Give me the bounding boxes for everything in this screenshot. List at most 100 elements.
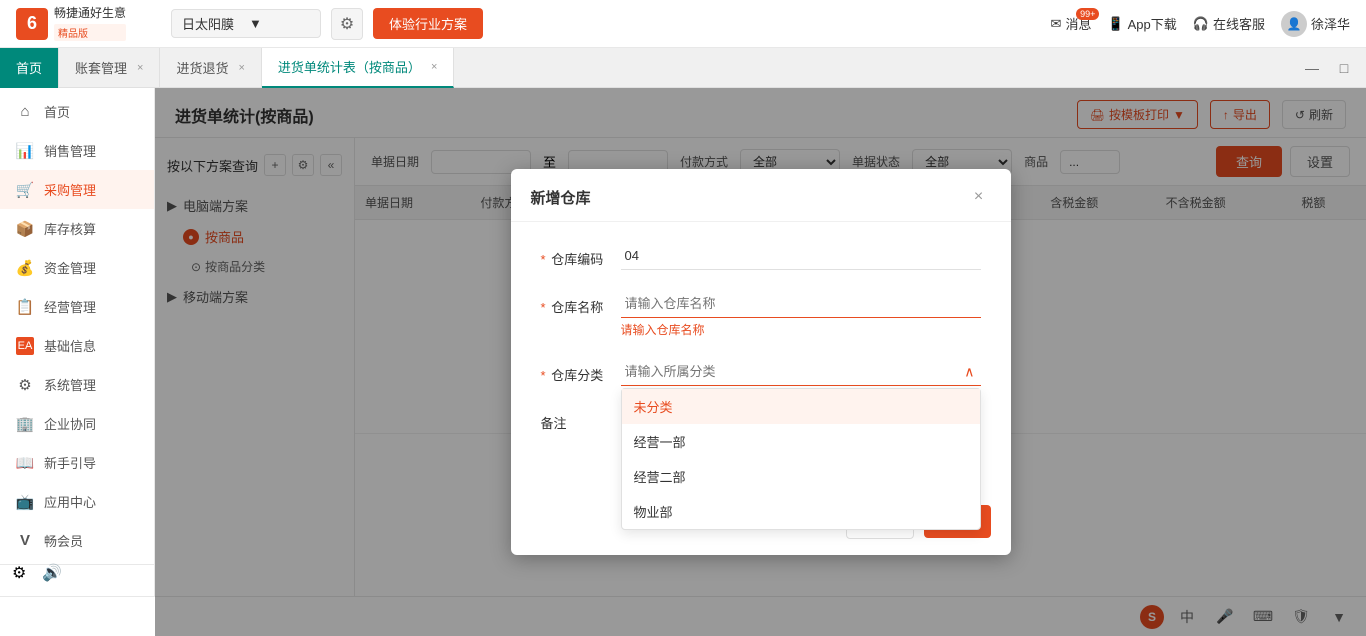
purchase-icon: 🛒	[16, 181, 34, 199]
guide-icon: 📖	[16, 454, 34, 472]
category-label: * 仓库分类	[541, 358, 621, 384]
experience-button[interactable]: 体验行业方案	[373, 8, 483, 39]
code-label: * 仓库编码	[541, 242, 621, 268]
sidebar-home-label: 首页	[44, 102, 70, 121]
sidebar-ops-label: 经营管理	[44, 297, 96, 316]
header-middle: 日太阳膜 ▼ ⚙ 体验行业方案	[171, 8, 1051, 40]
sidebar-finance-label: 资金管理	[44, 258, 96, 277]
name-field: 请输入仓库名称	[621, 290, 981, 338]
user-item[interactable]: 👤 徐泽华	[1281, 11, 1350, 37]
sidebar-item-apps[interactable]: 📺 应用中心	[0, 482, 154, 521]
tab-home[interactable]: 首页	[0, 48, 59, 88]
category-input[interactable]	[621, 358, 981, 386]
home-tab-label: 首页	[16, 58, 42, 77]
sidebar-item-guide[interactable]: 📖 新手引导	[0, 443, 154, 482]
sidebar-item-ops[interactable]: 📋 经营管理	[0, 287, 154, 326]
modal-header: 新增仓库 ×	[511, 169, 1011, 222]
store-selector[interactable]: 日太阳膜 ▼	[171, 9, 321, 38]
tab-maximize-button[interactable]: □	[1330, 54, 1358, 82]
sidebar-item-purchase[interactable]: 🛒 采购管理	[0, 170, 154, 209]
form-row-category: * 仓库分类 ∧ 未分类 经营一部 经营二部 物业部	[541, 358, 981, 386]
sidebar-item-sales[interactable]: 📊 销售管理	[0, 131, 154, 170]
note-label: 备注	[541, 406, 621, 432]
tab-accounts[interactable]: 账套管理 ×	[59, 48, 160, 88]
logo-text-area: 畅捷通好生意 精品版	[54, 6, 126, 41]
sidebar-wrapper: ⌂ 首页 📊 销售管理 🛒 采购管理 📦 库存核算 💰 资金管理 📋 经营	[0, 92, 154, 636]
sales-icon: 📊	[16, 142, 34, 160]
name-input[interactable]	[621, 290, 981, 318]
required-mark-name: *	[541, 300, 546, 315]
code-field	[621, 242, 981, 270]
modal-close-button[interactable]: ×	[967, 185, 991, 209]
form-row-name: * 仓库名称 请输入仓库名称	[541, 290, 981, 338]
sidebar-inventory-label: 库存核算	[44, 219, 96, 238]
settings-bottom-icon[interactable]: ⚙	[12, 563, 26, 583]
online-service-label: 在线客服	[1213, 14, 1265, 33]
messages-badge: 99+	[1076, 8, 1099, 20]
accounts-tab-label: 账套管理	[75, 58, 127, 77]
avatar: 👤	[1281, 11, 1307, 37]
category-dropdown: 未分类 经营一部 经营二部 物业部	[621, 388, 981, 530]
sidebar-item-enterprise[interactable]: 🏢 企业协同	[0, 404, 154, 443]
dropdown-item-none[interactable]: 未分类	[622, 389, 980, 424]
apps-icon: 📺	[16, 493, 34, 511]
username-label: 徐泽华	[1311, 14, 1350, 33]
app-download-icon: 📱	[1107, 16, 1123, 32]
sidebar-item-inventory[interactable]: 📦 库存核算	[0, 209, 154, 248]
home-icon: ⌂	[16, 103, 34, 121]
required-mark-category: *	[541, 368, 546, 383]
store-name: 日太阳膜	[182, 14, 243, 33]
app-download-item[interactable]: 📱 App下载	[1107, 14, 1176, 33]
modal-body: * 仓库编码 * 仓库名称 请输入仓库名称	[511, 222, 1011, 492]
chevron-down-icon: ▼	[249, 16, 310, 31]
purchase-stats-tab-label: 进货单统计表（按商品）	[278, 57, 421, 76]
system-icon: ⚙	[16, 376, 34, 394]
sidebar-sales-label: 销售管理	[44, 141, 96, 160]
modal-title: 新增仓库	[531, 187, 591, 208]
purchase-stats-tab-close[interactable]: ×	[431, 61, 437, 73]
main-layout: ⌂ 首页 📊 销售管理 🛒 采购管理 📦 库存核算 💰 资金管理 📋 经营	[0, 88, 1366, 636]
tab-purchase-stats[interactable]: 进货单统计表（按商品） ×	[262, 48, 454, 88]
sidebar-item-home[interactable]: ⌂ 首页	[0, 92, 154, 131]
gear-button[interactable]: ⚙	[331, 8, 363, 40]
sidebar-item-base[interactable]: EA 基础信息	[0, 326, 154, 365]
dropdown-item-ops2[interactable]: 经营二部	[622, 459, 980, 494]
enterprise-icon: 🏢	[16, 415, 34, 433]
sidebar-purchase-label: 采购管理	[44, 180, 96, 199]
ops-icon: 📋	[16, 298, 34, 316]
base-icon: EA	[16, 337, 34, 355]
sidebar-enterprise-label: 企业协同	[44, 414, 96, 433]
accounts-tab-close[interactable]: ×	[137, 62, 143, 74]
sidebar-apps-label: 应用中心	[44, 492, 96, 511]
inventory-icon: 📦	[16, 220, 34, 238]
tab-minimize-button[interactable]: —	[1298, 54, 1326, 82]
sidebar-base-label: 基础信息	[44, 336, 96, 355]
tab-purchase-return[interactable]: 进货退货 ×	[160, 48, 261, 88]
top-header: 6 畅捷通好生意 精品版 日太阳膜 ▼ ⚙ 体验行业方案 ✉ 消息 99+ 📱 …	[0, 0, 1366, 48]
app-logo-icon: 6	[16, 8, 48, 40]
purchase-return-tab-close[interactable]: ×	[238, 62, 244, 74]
form-row-code: * 仓库编码	[541, 242, 981, 270]
online-service-item[interactable]: 🎧 在线客服	[1193, 14, 1265, 33]
speaker-icon[interactable]: 🔊	[42, 563, 62, 583]
tab-end-buttons: — □	[1298, 54, 1366, 82]
purchase-return-tab-label: 进货退货	[176, 58, 228, 77]
logo-area: 6 畅捷通好生意 精品版	[16, 6, 171, 41]
sidebar-item-finance[interactable]: 💰 资金管理	[0, 248, 154, 287]
content-area: 进货单统计(按商品) 🖨 按模板打印 ▼ ↑ 导出 ↺ 刷新	[155, 88, 1366, 636]
messages-item[interactable]: ✉ 消息 99+	[1051, 14, 1092, 33]
sidebar-item-system[interactable]: ⚙ 系统管理	[0, 365, 154, 404]
code-input[interactable]	[621, 242, 981, 270]
sidebar-vip-label: 畅会员	[44, 531, 83, 550]
app-download-label: App下载	[1128, 14, 1177, 33]
app-name: 畅捷通好生意	[54, 6, 126, 22]
dropdown-item-ops1[interactable]: 经营一部	[622, 424, 980, 459]
sidebar-guide-label: 新手引导	[44, 453, 96, 472]
new-warehouse-modal: 新增仓库 × * 仓库编码 * 仓	[511, 169, 1011, 555]
finance-icon: 💰	[16, 259, 34, 277]
sidebar-item-vip[interactable]: V 畅会员	[0, 521, 154, 560]
message-icon: ✉	[1051, 16, 1062, 32]
dropdown-item-property[interactable]: 物业部	[622, 494, 980, 529]
header-right: ✉ 消息 99+ 📱 App下载 🎧 在线客服 👤 徐泽华	[1051, 11, 1350, 37]
name-label: * 仓库名称	[541, 290, 621, 316]
